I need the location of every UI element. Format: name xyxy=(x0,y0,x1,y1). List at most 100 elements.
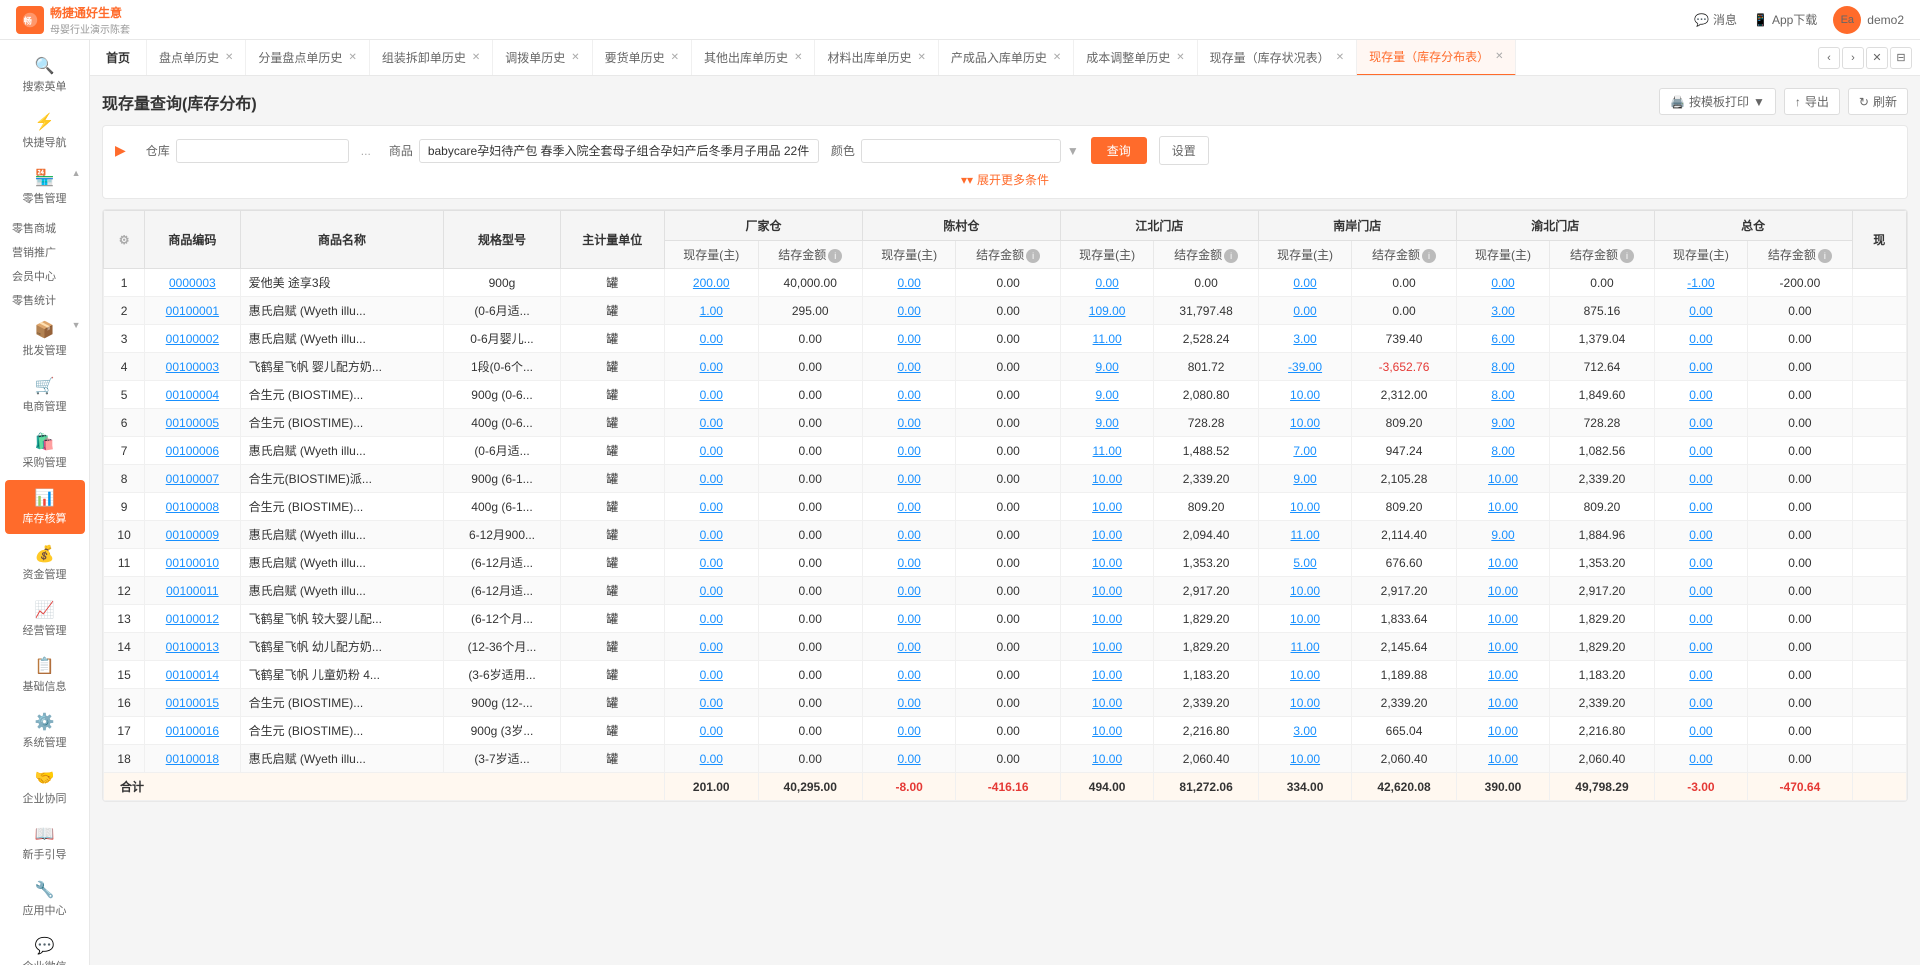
sidebar-item-stock[interactable]: 📊 库存核算 xyxy=(5,480,85,534)
info-icon[interactable]: i xyxy=(1818,249,1832,263)
cell-f2-qty[interactable]: 0.00 xyxy=(862,297,956,325)
cell-f1-qty[interactable]: 0.00 xyxy=(664,633,758,661)
cell-f2-qty[interactable]: 0.00 xyxy=(862,633,956,661)
close-icon[interactable]: ✕ xyxy=(1336,52,1344,63)
cell-f3-qty[interactable]: 0.00 xyxy=(1060,269,1154,297)
cell-f6-qty[interactable]: 0.00 xyxy=(1654,381,1748,409)
cell-code[interactable]: 00100005 xyxy=(145,409,240,437)
cell-f5-qty[interactable]: 10.00 xyxy=(1456,745,1550,773)
cell-f6-qty[interactable]: 0.00 xyxy=(1654,549,1748,577)
cell-f5-qty[interactable]: 8.00 xyxy=(1456,381,1550,409)
sidebar-item-purchase[interactable]: 🛍️ 采购管理 xyxy=(5,424,85,478)
cell-code[interactable]: 00100010 xyxy=(145,549,240,577)
cell-f1-qty[interactable]: 0.00 xyxy=(664,717,758,745)
goods-input[interactable] xyxy=(419,139,819,163)
info-icon[interactable]: i xyxy=(828,249,842,263)
cell-f1-qty[interactable]: 0.00 xyxy=(664,493,758,521)
tab-stock-status[interactable]: 现存量（库存状况表）✕ xyxy=(1198,40,1357,76)
sidebar-item-system[interactable]: ⚙️ 系统管理 xyxy=(5,704,85,758)
cell-f5-qty[interactable]: 3.00 xyxy=(1456,297,1550,325)
cell-f5-qty[interactable]: 10.00 xyxy=(1456,493,1550,521)
cell-f3-qty[interactable]: 9.00 xyxy=(1060,381,1154,409)
cell-code[interactable]: 00100002 xyxy=(145,325,240,353)
color-input[interactable] xyxy=(861,139,1061,163)
sidebar-item-basic[interactable]: 📋 基础信息 xyxy=(5,648,85,702)
cell-f5-qty[interactable]: 6.00 xyxy=(1456,325,1550,353)
cell-f1-qty[interactable]: 0.00 xyxy=(664,577,758,605)
sidebar-item-wechat[interactable]: 💬 企业微信 xyxy=(5,928,85,965)
close-icon[interactable]: ✕ xyxy=(917,52,925,63)
cell-f2-qty[interactable]: 0.00 xyxy=(862,521,956,549)
nav-next-btn[interactable]: › xyxy=(1842,47,1864,69)
cell-f2-qty[interactable]: 0.00 xyxy=(862,605,956,633)
cell-f2-qty[interactable]: 0.00 xyxy=(862,437,956,465)
cell-f4-qty[interactable]: -39.00 xyxy=(1258,353,1352,381)
user-area[interactable]: Ea demo2 xyxy=(1833,6,1904,34)
cell-f5-qty[interactable]: 10.00 xyxy=(1456,577,1550,605)
cell-f1-qty[interactable]: 0.00 xyxy=(664,661,758,689)
sidebar-sub-member[interactable]: 会员中心 xyxy=(0,264,89,288)
close-icon[interactable]: ✕ xyxy=(225,52,233,63)
cell-f2-qty[interactable]: 0.00 xyxy=(862,381,956,409)
cell-f6-qty[interactable]: 0.00 xyxy=(1654,661,1748,689)
tab-other-out[interactable]: 其他出库单历史 ✕ xyxy=(692,40,815,76)
warehouse-dots-btn[interactable]: ... xyxy=(355,142,377,160)
cell-f4-qty[interactable]: 3.00 xyxy=(1258,717,1352,745)
cell-f1-qty[interactable]: 1.00 xyxy=(664,297,758,325)
close-icon[interactable]: ✕ xyxy=(1495,51,1503,62)
cell-code[interactable]: 0000003 xyxy=(145,269,240,297)
cell-f4-qty[interactable]: 10.00 xyxy=(1258,745,1352,773)
close-icon[interactable]: ✕ xyxy=(671,52,679,63)
cell-f2-qty[interactable]: 0.00 xyxy=(862,717,956,745)
cell-f4-qty[interactable]: 10.00 xyxy=(1258,381,1352,409)
cell-f6-qty[interactable]: 0.00 xyxy=(1654,465,1748,493)
cell-f3-qty[interactable]: 10.00 xyxy=(1060,521,1154,549)
cell-f3-qty[interactable]: 10.00 xyxy=(1060,493,1154,521)
cell-f2-qty[interactable]: 0.00 xyxy=(862,661,956,689)
cell-f2-qty[interactable]: 0.00 xyxy=(862,689,956,717)
cell-f6-qty[interactable]: 0.00 xyxy=(1654,633,1748,661)
cell-f6-qty[interactable]: 0.00 xyxy=(1654,493,1748,521)
cell-f5-qty[interactable]: 10.00 xyxy=(1456,689,1550,717)
cell-f1-qty[interactable]: 200.00 xyxy=(664,269,758,297)
info-icon[interactable]: i xyxy=(1224,249,1238,263)
cell-code[interactable]: 00100018 xyxy=(145,745,240,773)
cell-f1-qty[interactable]: 0.00 xyxy=(664,689,758,717)
cell-f1-qty[interactable]: 0.00 xyxy=(664,381,758,409)
cell-code[interactable]: 00100016 xyxy=(145,717,240,745)
tab-home[interactable]: 首页 xyxy=(90,40,147,76)
cell-f4-qty[interactable]: 0.00 xyxy=(1258,297,1352,325)
cell-f2-qty[interactable]: 0.00 xyxy=(862,745,956,773)
tab-combo[interactable]: 组装拆卸单历史 ✕ xyxy=(370,40,493,76)
cell-f4-qty[interactable]: 11.00 xyxy=(1258,633,1352,661)
sidebar-sub-mall[interactable]: 零售商城 xyxy=(0,216,89,240)
cell-code[interactable]: 00100003 xyxy=(145,353,240,381)
cell-f1-qty[interactable]: 0.00 xyxy=(664,745,758,773)
table-settings-icon[interactable]: ⚙ xyxy=(119,233,130,247)
info-icon[interactable]: i xyxy=(1620,249,1634,263)
cell-f3-qty[interactable]: 10.00 xyxy=(1060,605,1154,633)
tab-transfer[interactable]: 调拨单历史 ✕ xyxy=(493,40,592,76)
app-download-btn[interactable]: 📱 App下载 xyxy=(1753,11,1817,28)
cell-f5-qty[interactable]: 10.00 xyxy=(1456,661,1550,689)
close-icon[interactable]: ✕ xyxy=(472,52,480,63)
cell-f1-qty[interactable]: 0.00 xyxy=(664,521,758,549)
cell-f6-qty[interactable]: -1.00 xyxy=(1654,269,1748,297)
cell-code[interactable]: 00100004 xyxy=(145,381,240,409)
sidebar-sub-marketing[interactable]: 营销推广 xyxy=(0,240,89,264)
expand-arrow-icon[interactable]: ▶ xyxy=(115,142,126,159)
refresh-btn[interactable]: ↻ 刷新 xyxy=(1848,88,1908,115)
cell-f6-qty[interactable]: 0.00 xyxy=(1654,325,1748,353)
close-icon[interactable]: ✕ xyxy=(1176,52,1184,63)
cell-f2-qty[interactable]: 0.00 xyxy=(862,409,956,437)
cell-f1-qty[interactable]: 0.00 xyxy=(664,465,758,493)
cell-code[interactable]: 00100011 xyxy=(145,577,240,605)
cell-f1-qty[interactable]: 0.00 xyxy=(664,325,758,353)
cell-f5-qty[interactable]: 10.00 xyxy=(1456,633,1550,661)
cell-f2-qty[interactable]: 0.00 xyxy=(862,577,956,605)
cell-f3-qty[interactable]: 109.00 xyxy=(1060,297,1154,325)
cell-f2-qty[interactable]: 0.00 xyxy=(862,325,956,353)
cell-code[interactable]: 00100007 xyxy=(145,465,240,493)
cell-f4-qty[interactable]: 10.00 xyxy=(1258,689,1352,717)
cell-f6-qty[interactable]: 0.00 xyxy=(1654,297,1748,325)
